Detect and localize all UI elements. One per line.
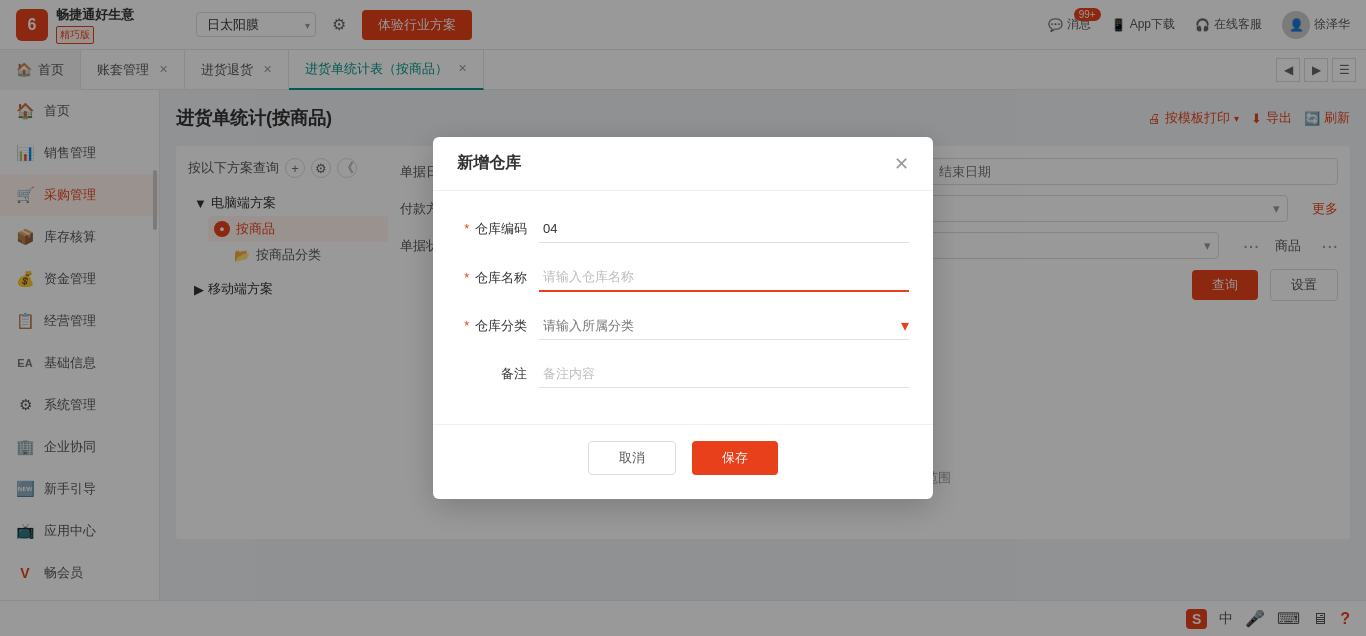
required-star-category: *: [464, 318, 469, 333]
modal-overlay: 新增仓库 ✕ * 仓库编码 * 仓库名称: [0, 0, 1366, 636]
new-warehouse-dialog: 新增仓库 ✕ * 仓库编码 * 仓库名称: [433, 137, 933, 499]
dialog-close-btn[interactable]: ✕: [894, 155, 909, 173]
dialog-label-category: * 仓库分类: [457, 317, 527, 335]
dialog-title: 新增仓库: [457, 153, 521, 174]
dialog-label-name: * 仓库名称: [457, 269, 527, 287]
dialog-footer: 取消 保存: [433, 424, 933, 499]
category-input[interactable]: [539, 312, 901, 339]
dialog-body: * 仓库编码 * 仓库名称 * 仓库分类: [433, 191, 933, 424]
category-dropdown-icon[interactable]: ▾: [901, 316, 909, 335]
warehouse-code-input[interactable]: [539, 215, 909, 243]
dialog-field-name: * 仓库名称: [457, 263, 909, 292]
required-star-code: *: [464, 221, 469, 236]
warehouse-name-input[interactable]: [539, 263, 909, 292]
dialog-header: 新增仓库 ✕: [433, 137, 933, 191]
required-star-name: *: [464, 270, 469, 285]
dialog-field-remark: 备注: [457, 360, 909, 388]
dialog-field-code: * 仓库编码: [457, 215, 909, 243]
save-btn[interactable]: 保存: [692, 441, 778, 475]
cancel-btn[interactable]: 取消: [588, 441, 676, 475]
category-select-wrap: ▾: [539, 312, 909, 340]
remark-input[interactable]: [539, 360, 909, 388]
dialog-label-code: * 仓库编码: [457, 220, 527, 238]
dialog-label-remark: 备注: [457, 365, 527, 383]
dialog-field-category: * 仓库分类 ▾: [457, 312, 909, 340]
